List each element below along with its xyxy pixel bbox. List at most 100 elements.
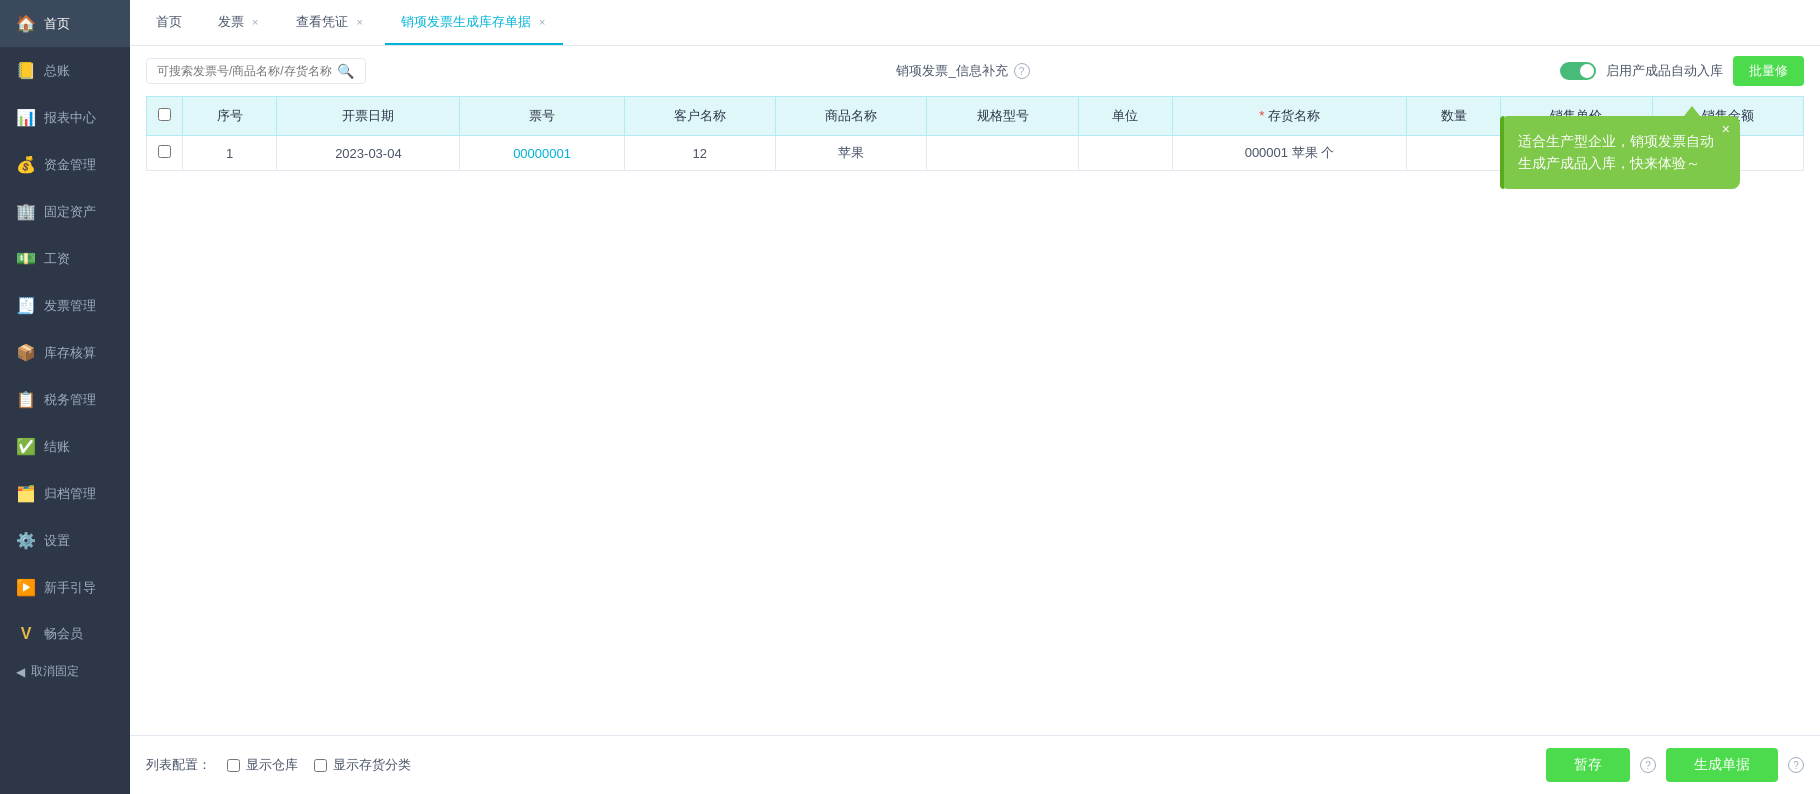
unpin-bar[interactable]: ◀ 取消固定 xyxy=(0,657,130,686)
config-label: 列表配置： xyxy=(146,756,211,774)
save-button[interactable]: 暂存 xyxy=(1546,748,1630,782)
show-warehouse-checkbox[interactable] xyxy=(227,759,240,772)
sidebar-label-guide: 新手引导 xyxy=(44,579,96,597)
save-info-icon[interactable]: ? xyxy=(1640,757,1656,773)
tooltip-text: 适合生产型企业，销项发票自动生成产成品入库，快来体验～ xyxy=(1518,133,1714,171)
sidebar-item-inventory[interactable]: 📦 库存核算 xyxy=(0,329,130,376)
header-no: 票号 xyxy=(460,97,624,136)
sidebar-item-guide[interactable]: ▶️ 新手引导 xyxy=(0,564,130,611)
sidebar-label-home: 首页 xyxy=(44,15,70,33)
tab-home[interactable]: 首页 xyxy=(140,0,198,45)
generate-info-icon[interactable]: ? xyxy=(1788,757,1804,773)
unpin-label: 取消固定 xyxy=(31,663,79,680)
row-seq: 1 xyxy=(183,136,277,171)
sidebar-item-settlement[interactable]: ✅ 结账 xyxy=(0,423,130,470)
sidebar-item-invoices[interactable]: 🧾 发票管理 xyxy=(0,282,130,329)
funds-icon: 💰 xyxy=(16,155,36,174)
sidebar: 🏠 首页 📒 总账 📊 报表中心 💰 资金管理 🏢 固定资产 💵 工资 🧾 发票… xyxy=(0,0,130,794)
row-inventory: 000001 苹果 个 xyxy=(1173,136,1407,171)
header-qty: 数量 xyxy=(1406,97,1500,136)
row-qty xyxy=(1406,136,1500,171)
row-no-link[interactable]: 00000001 xyxy=(513,146,571,161)
show-category-checkbox[interactable] xyxy=(314,759,327,772)
header-seq: 序号 xyxy=(183,97,277,136)
row-spec xyxy=(927,136,1078,171)
archive-icon: 🗂️ xyxy=(16,484,36,503)
sidebar-label-tax: 税务管理 xyxy=(44,391,96,409)
row-customer: 12 xyxy=(624,136,775,171)
settlement-icon: ✅ xyxy=(16,437,36,456)
sidebar-item-assets[interactable]: 🏢 固定资产 xyxy=(0,188,130,235)
sidebar-label-reports: 报表中心 xyxy=(44,109,96,127)
tab-generate-close[interactable]: × xyxy=(537,16,547,28)
search-box[interactable]: 🔍 xyxy=(146,58,366,84)
footer: 列表配置： 显示仓库 显示存货分类 暂存 ? 生成单据 ? xyxy=(130,735,1820,794)
sidebar-label-funds: 资金管理 xyxy=(44,156,96,174)
sidebar-item-wages[interactable]: 💵 工资 xyxy=(0,235,130,282)
table-container: 序号 开票日期 票号 客户名称 商品名称 规格型号 单位 存货名称 数量 销售单… xyxy=(130,96,1820,735)
batch-edit-button[interactable]: 批量修 xyxy=(1733,56,1804,86)
tooltip-popup: × 适合生产型企业，销项发票自动生成产成品入库，快来体验～ xyxy=(1500,116,1740,189)
row-checkbox[interactable] xyxy=(158,145,171,158)
search-input[interactable] xyxy=(157,64,337,78)
sidebar-label-wages: 工资 xyxy=(44,250,70,268)
sidebar-item-home[interactable]: 🏠 首页 xyxy=(0,0,130,47)
sidebar-label-assets: 固定资产 xyxy=(44,203,96,221)
invoices-icon: 🧾 xyxy=(16,296,36,315)
sidebar-item-ledger[interactable]: 📒 总账 xyxy=(0,47,130,94)
reports-icon: 📊 xyxy=(16,108,36,127)
home-icon: 🏠 xyxy=(16,14,36,33)
row-unit xyxy=(1078,136,1172,171)
header-checkbox-cell xyxy=(147,97,183,136)
header-unit: 单位 xyxy=(1078,97,1172,136)
show-category-group: 显示存货分类 xyxy=(314,756,411,774)
header-spec: 规格型号 xyxy=(927,97,1078,136)
tab-voucher-close[interactable]: × xyxy=(354,16,364,28)
settings-icon: ⚙️ xyxy=(16,531,36,550)
toolbar-left: 🔍 xyxy=(146,58,366,84)
toggle-label: 启用产成品自动入库 xyxy=(1606,62,1723,80)
tab-bar: 首页 发票 × 查看凭证 × 销项发票生成库存单据 × xyxy=(130,0,1820,46)
tab-voucher[interactable]: 查看凭证 × xyxy=(280,0,380,45)
unpin-icon: ◀ xyxy=(16,665,25,679)
tooltip-close-button[interactable]: × xyxy=(1722,122,1730,136)
sidebar-item-vip[interactable]: V 畅会员 xyxy=(0,611,130,657)
vip-icon: V xyxy=(16,625,36,643)
sidebar-label-vip: 畅会员 xyxy=(44,625,83,643)
sidebar-item-settings[interactable]: ⚙️ 设置 xyxy=(0,517,130,564)
tab-invoice-label: 发票 xyxy=(218,13,244,31)
toolbar-center: 销项发票_信息补充 ? xyxy=(896,62,1029,80)
sidebar-item-archive[interactable]: 🗂️ 归档管理 xyxy=(0,470,130,517)
header-goods: 商品名称 xyxy=(776,97,927,136)
row-checkbox-cell xyxy=(147,136,183,171)
auto-warehouse-toggle[interactable] xyxy=(1560,62,1596,80)
row-goods: 苹果 xyxy=(776,136,927,171)
sidebar-item-reports[interactable]: 📊 报表中心 xyxy=(0,94,130,141)
show-category-label: 显示存货分类 xyxy=(333,756,411,774)
tab-generate[interactable]: 销项发票生成库存单据 × xyxy=(385,0,563,45)
sidebar-label-ledger: 总账 xyxy=(44,62,70,80)
guide-icon: ▶️ xyxy=(16,578,36,597)
tab-invoice[interactable]: 发票 × xyxy=(202,0,276,45)
tab-home-label: 首页 xyxy=(156,13,182,31)
main-area: 首页 发票 × 查看凭证 × 销项发票生成库存单据 × 🔍 销项发票_信息补充 xyxy=(130,0,1820,794)
tab-invoice-close[interactable]: × xyxy=(250,16,260,28)
toolbar-right: 启用产成品自动入库 批量修 xyxy=(1560,56,1804,86)
center-info-icon[interactable]: ? xyxy=(1014,63,1030,79)
sidebar-label-invoices: 发票管理 xyxy=(44,297,96,315)
sidebar-item-funds[interactable]: 💰 资金管理 xyxy=(0,141,130,188)
sidebar-label-settlement: 结账 xyxy=(44,438,70,456)
tooltip-bar xyxy=(1500,116,1504,189)
sidebar-label-settings: 设置 xyxy=(44,532,70,550)
ledger-icon: 📒 xyxy=(16,61,36,80)
sidebar-label-inventory: 库存核算 xyxy=(44,344,96,362)
tab-generate-label: 销项发票生成库存单据 xyxy=(401,13,531,31)
sidebar-label-archive: 归档管理 xyxy=(44,485,96,503)
row-date: 2023-03-04 xyxy=(277,136,460,171)
search-icon: 🔍 xyxy=(337,63,354,79)
generate-button[interactable]: 生成单据 xyxy=(1666,748,1778,782)
sidebar-item-tax[interactable]: 📋 税务管理 xyxy=(0,376,130,423)
select-all-checkbox[interactable] xyxy=(158,108,171,121)
wages-icon: 💵 xyxy=(16,249,36,268)
tax-icon: 📋 xyxy=(16,390,36,409)
